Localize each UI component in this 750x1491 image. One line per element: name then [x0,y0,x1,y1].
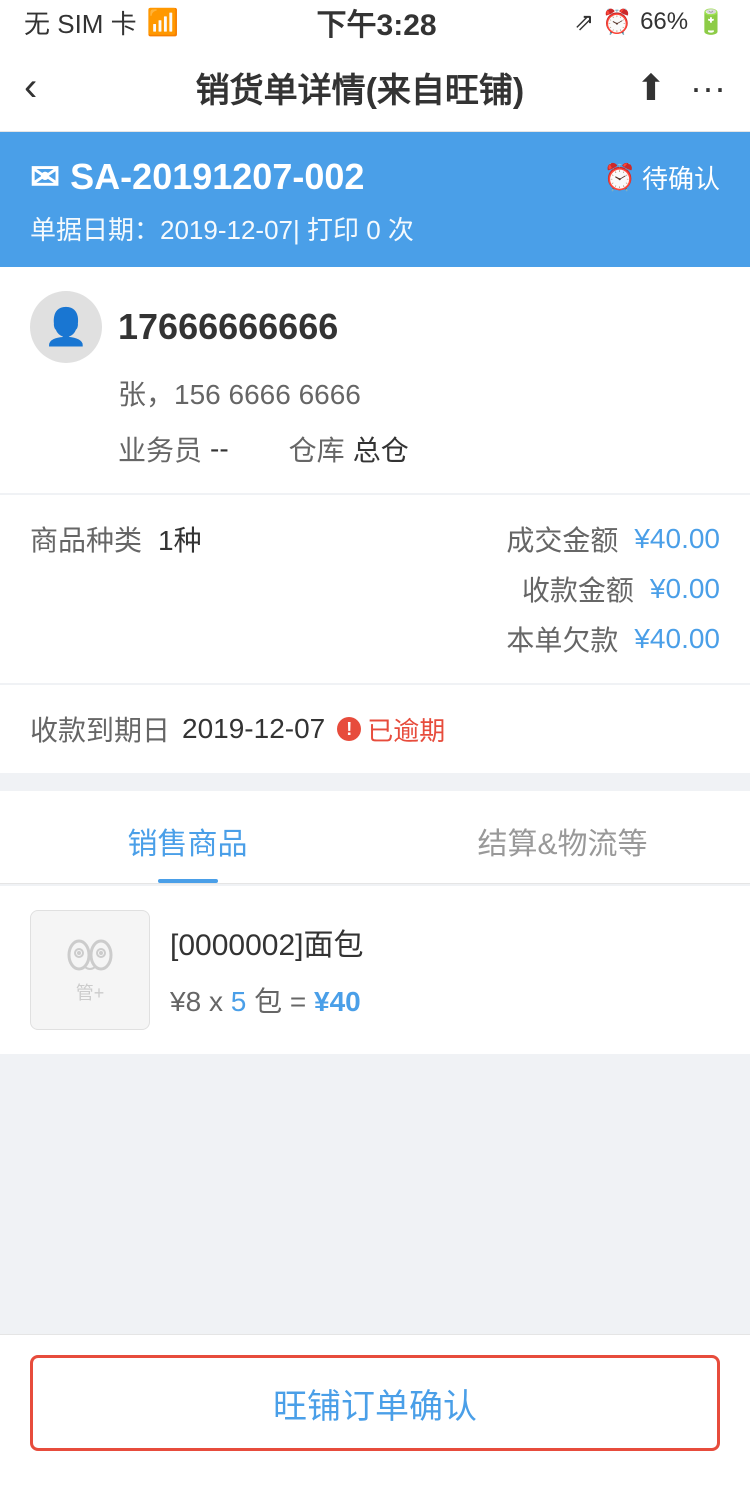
sim-indicator: 无 SIM 卡 [24,4,137,41]
customer-top: 👤 17666666666 [30,291,720,363]
status-right: ⇗ ⏰ 66% 🔋 [574,8,726,37]
wifi-icon: 📶 [147,7,179,38]
product-total: ¥40 [314,986,361,1017]
back-button[interactable]: ‹ [24,65,84,110]
empty-area [0,1054,750,1334]
customer-meta: 业务员 -- 仓库 总仓 [30,429,720,469]
product-item: 管+ [0000002]面包 ¥8 x 5 包 = ¥40 [0,886,750,1054]
tab-settlement[interactable]: 结算&物流等 [375,791,750,883]
product-qty: 5 [231,986,247,1017]
product-price: ¥8 x 5 包 = ¥40 [170,980,720,1020]
alarm-icon: ⏰ [602,8,632,37]
amount-label: 成交金额 [506,519,618,559]
battery-icon: 🔋 [696,8,726,37]
share-button[interactable]: ⬆ [636,67,666,109]
salesman-label: 业务员 [118,429,202,469]
page-title: 销货单详情(来自旺铺) [84,63,636,112]
received-value: ¥0.00 [650,573,720,605]
price-unit: ¥8 [170,986,201,1017]
owed-row: 本单欠款 ¥40.00 [506,619,720,659]
product-logo: 管+ [65,935,115,1005]
due-date-value: 2019-12-07 [182,713,325,745]
amount-value: ¥40.00 [634,523,720,555]
customer-contact: 张，156 6666 6666 [30,373,720,413]
avatar: 👤 [30,291,102,363]
order-id: ✉ SA-20191207-002 [30,156,364,198]
equals-sign: = [290,986,314,1017]
multiply-sign: x [209,986,231,1017]
amount-row: 成交金额 ¥40.00 [506,519,720,559]
order-icon: ✉ [30,156,60,198]
owed-value: ¥40.00 [634,623,720,655]
avatar-icon: 👤 [44,306,89,348]
product-type-label: 商品种类 [30,519,142,559]
customer-section: 👤 17666666666 张，156 6666 6666 业务员 -- 仓库 … [0,267,750,493]
warehouse-value: 总仓 [353,429,409,469]
product-type-value: 1种 [158,519,202,559]
owl-icon [65,935,115,975]
warehouse-meta: 仓库 总仓 [289,429,409,469]
nav-actions: ⬆ ··· [636,67,726,109]
unit-label: 包 [254,986,282,1017]
owed-label: 本单欠款 [506,619,618,659]
order-banner-top: ✉ SA-20191207-002 ⏰ 待确认 [30,156,720,198]
warehouse-label: 仓库 [289,429,345,469]
section-divider [0,775,750,791]
due-label: 收款到期日 [30,709,170,749]
product-info: [0000002]面包 ¥8 x 5 包 = ¥40 [170,920,720,1020]
bottom-button-area: 旺铺订单确认 [0,1334,750,1491]
battery-indicator: 66% [640,8,688,36]
tab-products[interactable]: 销售商品 [0,791,375,883]
status-time: 下午3:28 [317,0,437,44]
more-button[interactable]: ··· [690,67,726,109]
customer-phone: 17666666666 [118,306,338,348]
stats-left: 商品种类 1种 [30,519,202,559]
overdue-icon: ! [337,717,361,741]
status-left: 无 SIM 卡 📶 [24,4,179,41]
product-section: 管+ [0000002]面包 ¥8 x 5 包 = ¥40 [0,886,750,1054]
received-row: 收款金额 ¥0.00 [522,569,720,609]
status-bar: 无 SIM 卡 📶 下午3:28 ⇗ ⏰ 66% 🔋 [0,0,750,44]
nav-bar: ‹ 销货单详情(来自旺铺) ⬆ ··· [0,44,750,132]
order-banner: ✉ SA-20191207-002 ⏰ 待确认 单据日期：2019-12-07|… [0,132,750,267]
salesman-meta: 业务员 -- [118,429,229,469]
product-logo-text: 管+ [76,979,105,1005]
product-image: 管+ [30,910,150,1030]
confirm-button[interactable]: 旺铺订单确认 [30,1355,720,1451]
due-section: 收款到期日 2019-12-07 ! 已逾期 [0,685,750,773]
stats-section: 商品种类 1种 成交金额 ¥40.00 收款金额 ¥0.00 本单欠款 ¥40.… [0,495,750,683]
product-name: [0000002]面包 [170,920,720,964]
overdue-text: 已逾期 [367,711,445,748]
order-status: ⏰ 待确认 [604,159,720,196]
received-label: 收款金额 [522,569,634,609]
clock-icon: ⏰ [604,162,636,193]
tabs-container: 销售商品 结算&物流等 [0,791,750,884]
location-icon: ⇗ [574,8,594,37]
salesman-value: -- [210,433,229,465]
overdue-badge: ! 已逾期 [337,711,445,748]
stats-right: 成交金额 ¥40.00 收款金额 ¥0.00 本单欠款 ¥40.00 [506,519,720,659]
order-date: 单据日期：2019-12-07| 打印 0 次 [30,210,720,247]
